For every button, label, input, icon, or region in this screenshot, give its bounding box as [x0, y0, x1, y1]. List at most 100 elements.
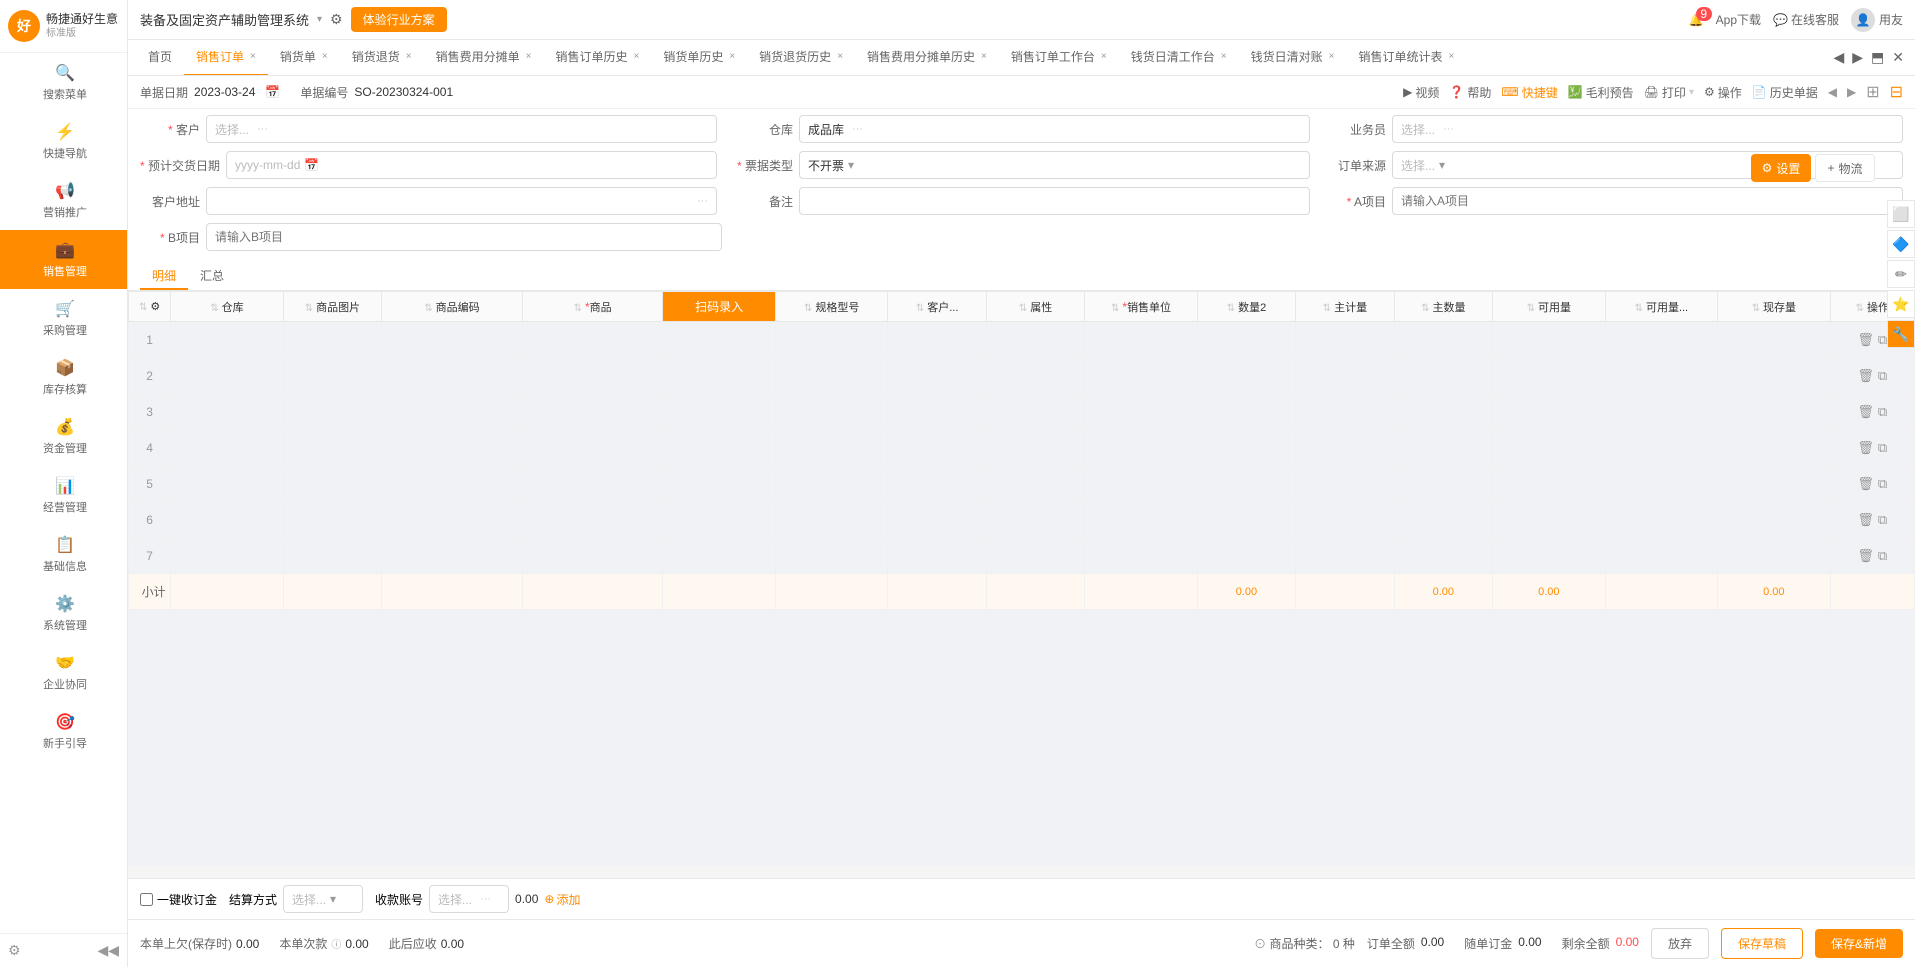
tab-close-icon[interactable]: ×: [406, 51, 412, 62]
grid-view-icon[interactable]: ⊞: [1866, 82, 1879, 102]
payment-method-select[interactable]: 选择... ▾: [283, 885, 363, 913]
prev-down-info-icon[interactable]: ⓘ: [331, 936, 341, 951]
ticket-type-select[interactable]: 不开票 ▾: [799, 151, 1310, 179]
tab-close-icon[interactable]: ×: [1101, 51, 1107, 62]
th-settings[interactable]: ⇅ ⚙: [129, 292, 171, 322]
copy-icon[interactable]: ⧉: [1878, 368, 1887, 384]
warehouse-more-btn[interactable]: ···: [852, 123, 863, 135]
tab-1[interactable]: 销售订单×: [184, 40, 268, 76]
tab-9[interactable]: 销售订单工作台×: [999, 40, 1119, 76]
sidebar-item-搜索菜单[interactable]: 🔍搜索菜单: [0, 53, 127, 112]
save-new-btn[interactable]: 保存&新增: [1815, 929, 1903, 958]
salesperson-select[interactable]: 选择... ···: [1392, 115, 1903, 143]
topbar-gear-icon[interactable]: ⚙: [330, 11, 343, 28]
topbar-dropdown-arrow[interactable]: ▾: [317, 14, 322, 25]
help-btn[interactable]: ❓ 帮助: [1449, 84, 1491, 101]
sidebar-item-快捷导航[interactable]: ⚡快捷导航: [0, 112, 127, 171]
tab-10[interactable]: 钱货日清工作台×: [1119, 40, 1239, 76]
tab-close-icon[interactable]: ×: [837, 51, 843, 62]
delete-icon[interactable]: 🗑: [1857, 368, 1874, 384]
profit-btn[interactable]: 💹 毛利预告: [1568, 84, 1634, 101]
account-select[interactable]: 选择... ···: [429, 885, 509, 913]
customer-addr-input[interactable]: ···: [206, 187, 717, 215]
tab-6[interactable]: 销货单历史×: [651, 40, 747, 76]
tab-7[interactable]: 销货退货历史×: [747, 40, 855, 76]
user-menu[interactable]: 👤 用友: [1851, 8, 1903, 32]
sidebar-item-采购管理[interactable]: 🛒采购管理: [0, 289, 127, 348]
customer-select[interactable]: 选择... ···: [206, 115, 717, 143]
delete-icon[interactable]: 🗑: [1857, 332, 1874, 348]
b-project-input[interactable]: [206, 223, 722, 251]
float-btn-2[interactable]: 🔷: [1887, 230, 1915, 258]
account-more-btn[interactable]: ···: [480, 893, 491, 905]
add-side-btn[interactable]: + 物流: [1815, 154, 1875, 182]
app-download-link[interactable]: App下载: [1716, 11, 1761, 28]
tab-close-icon[interactable]: ×: [526, 51, 532, 62]
discard-btn[interactable]: 放弃: [1651, 928, 1709, 959]
online-service-link[interactable]: 💬 在线客服: [1773, 11, 1839, 28]
tab-4[interactable]: 销售费用分摊单×: [424, 40, 544, 76]
sidebar-item-资金管理[interactable]: 💰资金管理: [0, 407, 127, 466]
detail-tab-0[interactable]: 明细: [140, 263, 188, 290]
note-input[interactable]: [799, 187, 1310, 215]
copy-icon[interactable]: ⧉: [1878, 512, 1887, 528]
salesperson-more-btn[interactable]: ···: [1443, 123, 1454, 135]
delete-icon[interactable]: 🗑: [1857, 548, 1874, 564]
copy-icon[interactable]: ⧉: [1878, 332, 1887, 348]
sidebar-item-销售管理[interactable]: 💼销售管理: [0, 230, 127, 289]
sidebar-item-企业协同[interactable]: 🤝企业协同: [0, 643, 127, 702]
date-picker-icon[interactable]: 📅: [265, 85, 280, 99]
delete-icon[interactable]: 🗑: [1857, 476, 1874, 492]
tab-close-icon[interactable]: ×: [729, 51, 735, 62]
sidebar-item-库存核算[interactable]: 📦库存核算: [0, 348, 127, 407]
sidebar-item-系统管理[interactable]: ⚙️系统管理: [0, 584, 127, 643]
table-container[interactable]: ⇅ ⚙⇅ 仓库⇅ 商品图片⇅ 商品编码⇅ *商品扫码录入⇅ 规格型号⇅ 客户..…: [128, 291, 1915, 866]
sidebar-item-经营管理[interactable]: 📊经营管理: [0, 466, 127, 525]
calendar-icon[interactable]: 📅: [304, 158, 319, 172]
tab-0[interactable]: 首页: [136, 40, 184, 76]
save-draft-btn[interactable]: 保存草稿: [1721, 928, 1803, 959]
tab-8[interactable]: 销售费用分摊单历史×: [855, 40, 999, 76]
operation-btn[interactable]: ⚙ 操作: [1704, 84, 1742, 101]
tab-close-icon[interactable]: ×: [1448, 51, 1454, 62]
tab-more-icon[interactable]: ⬒: [1868, 49, 1887, 66]
nav-next-icon[interactable]: ▶: [1847, 85, 1856, 99]
addr-more-btn[interactable]: ···: [697, 195, 708, 207]
tab-11[interactable]: 钱货日清对账×: [1239, 40, 1347, 76]
sidebar-item-新手引导[interactable]: 🎯新手引导: [0, 702, 127, 761]
horizontal-scrollbar[interactable]: [128, 866, 1915, 878]
float-btn-5[interactable]: 🔧: [1887, 320, 1915, 348]
shortcut-btn[interactable]: ⌨ 快捷键: [1501, 84, 1557, 101]
no-value[interactable]: SO-20230324-001: [354, 85, 453, 99]
a-project-input[interactable]: [1392, 187, 1903, 215]
delete-icon[interactable]: 🗑: [1857, 512, 1874, 528]
settings-side-btn[interactable]: ⚙ 设置: [1751, 154, 1811, 182]
settings-icon[interactable]: ⚙: [8, 942, 21, 959]
history-btn[interactable]: 📄 历史单据: [1752, 84, 1818, 101]
tab-close-all-icon[interactable]: ✕: [1889, 49, 1907, 66]
tab-12[interactable]: 销售订单统计表×: [1346, 40, 1466, 76]
tab-close-icon[interactable]: ×: [1221, 51, 1227, 62]
tab-close-icon[interactable]: ×: [633, 51, 639, 62]
copy-icon[interactable]: ⧉: [1878, 404, 1887, 420]
view-btn[interactable]: ▶ 视频: [1403, 84, 1439, 101]
delete-icon[interactable]: 🗑: [1857, 440, 1874, 456]
sidebar-item-基础信息[interactable]: 📋基础信息: [0, 525, 127, 584]
nav-prev-icon[interactable]: ◀: [1828, 85, 1837, 99]
detail-tab-1[interactable]: 汇总: [188, 263, 236, 290]
delete-icon[interactable]: 🗑: [1857, 404, 1874, 420]
tab-close-icon[interactable]: ×: [322, 51, 328, 62]
float-btn-1[interactable]: ⬜: [1887, 200, 1915, 228]
sidebar-item-营销推广[interactable]: 📢营销推广: [0, 171, 127, 230]
warehouse-select[interactable]: 成品库 ···: [799, 115, 1310, 143]
tab-next-icon[interactable]: ▶: [1849, 49, 1866, 66]
tab-close-icon[interactable]: ×: [981, 51, 987, 62]
delivery-date-input[interactable]: yyyy-mm-dd 📅: [226, 151, 717, 179]
date-value[interactable]: 2023-03-24: [194, 85, 255, 99]
copy-icon[interactable]: ⧉: [1878, 440, 1887, 456]
solution-btn[interactable]: 体验行业方案: [351, 7, 447, 32]
customer-more-btn[interactable]: ···: [257, 123, 268, 135]
float-btn-3[interactable]: ✏: [1887, 260, 1915, 288]
tab-close-icon[interactable]: ×: [250, 51, 256, 62]
goods-count-icon[interactable]: ⊙: [1254, 937, 1266, 951]
